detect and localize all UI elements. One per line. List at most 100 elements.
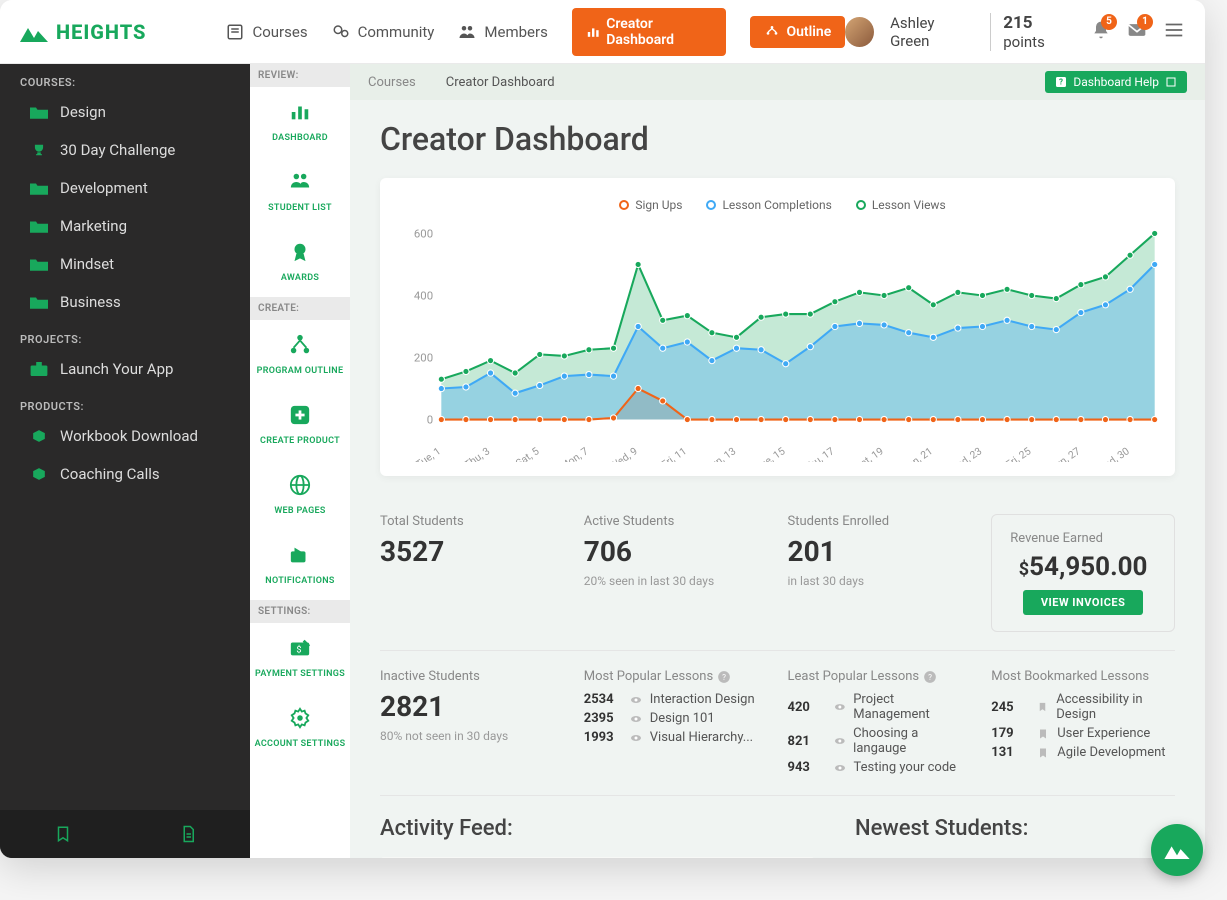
document-icon <box>179 825 197 843</box>
header-right: Ashley Green 215 points 5 1 <box>845 13 1185 51</box>
newest-heading: Newest Students: <box>855 816 1175 841</box>
svg-text:Wed, 30: Wed, 30 <box>1094 444 1132 462</box>
breadcrumb-bar: Courses Creator Dashboard ? Dashboard He… <box>350 64 1205 100</box>
breadcrumb-current: Creator Dashboard <box>446 75 555 90</box>
creator-dashboard-button[interactable]: Creator Dashboard <box>572 8 727 56</box>
stat-revenue: Revenue Earned $54,950.00 VIEW INVOICES <box>991 514 1175 632</box>
sidebar-project-0[interactable]: Launch Your App <box>0 350 250 388</box>
activity-heading: Activity Feed: <box>380 816 815 841</box>
fab-button[interactable] <box>1151 824 1203 876</box>
light-create-1[interactable]: CREATE PRODUCT <box>250 390 350 460</box>
sidebar-courses: COURSES: Design30 Day ChallengeDevelopme… <box>0 64 250 858</box>
newest-student[interactable]: Brad Parker May 11, 2019 <box>855 857 1175 858</box>
stats-row-2: Inactive Students 2821 80% not seen in 3… <box>380 651 1175 796</box>
lesson-row[interactable]: 2534 Interaction Design <box>584 690 768 709</box>
nav-courses[interactable]: Courses <box>226 23 307 41</box>
svg-text:Tue, 15: Tue, 15 <box>753 444 788 462</box>
lesson-row[interactable]: 943 Testing your code <box>788 758 972 777</box>
inbox-button[interactable]: 1 <box>1127 20 1147 44</box>
sidebar-course-5[interactable]: Business <box>0 283 250 321</box>
svg-text:600: 600 <box>414 227 433 241</box>
nav-main: Courses Community Members Creator Dashbo… <box>226 8 845 56</box>
newest-students-column: Newest Students: Brad Parker May 11, 201… <box>855 816 1175 858</box>
nav-community[interactable]: Community <box>332 23 435 41</box>
light-review-1[interactable]: STUDENT LIST <box>250 157 350 227</box>
sidebar-course-4[interactable]: Mindset <box>0 245 250 283</box>
lesson-row[interactable]: 1993 Visual Hierarchy... <box>584 728 768 747</box>
svg-text:200: 200 <box>414 351 433 365</box>
bookmark-icon <box>54 825 72 843</box>
revenue-value: $54,950.00 <box>1010 552 1156 582</box>
lesson-row[interactable]: 2395 Design 101 <box>584 709 768 728</box>
brand-name: HEIGHTS <box>56 20 146 44</box>
sidebar-product-1[interactable]: Coaching Calls <box>0 455 250 493</box>
chart-legend: Sign Ups Lesson Completions Lesson Views <box>400 198 1165 212</box>
stat-bookmarked: Most Bookmarked Lessons 245 Accessibilit… <box>991 669 1175 777</box>
svg-text:?: ? <box>928 671 932 681</box>
light-section-settings: SETTINGS: <box>250 600 350 623</box>
light-create-3[interactable]: NOTIFICATIONS <box>250 530 350 600</box>
sidebar-section-products: PRODUCTS: <box>0 388 250 417</box>
lesson-row[interactable]: 179 User Experience <box>991 724 1175 743</box>
light-settings-1[interactable]: ACCOUNT SETTINGS <box>250 693 350 763</box>
sidebar-course-3[interactable]: Marketing <box>0 207 250 245</box>
lesson-row[interactable]: 420 Project Management <box>788 690 972 724</box>
sidebar-section-courses: COURSES: <box>0 64 250 93</box>
nav-members[interactable]: Members <box>458 23 547 41</box>
svg-text:Mon, 21: Mon, 21 <box>897 444 935 462</box>
light-settings-0[interactable]: $PAYMENT SETTINGS <box>250 623 350 693</box>
stat-least: Least Popular Lessons? 420 Project Manag… <box>788 669 972 777</box>
menu-button[interactable] <box>1163 19 1185 45</box>
stat-total-students: Total Students 3527 <box>380 514 564 632</box>
question-icon[interactable]: ? <box>717 670 731 684</box>
stat-active-students: Active Students 706 20% seen in last 30 … <box>584 514 768 632</box>
chart: 0200400600Tue, 1Thu, 3Sat, 5Mon, 7Wed, 9… <box>400 222 1165 462</box>
svg-text:Thu, 17: Thu, 17 <box>802 444 837 462</box>
lesson-row[interactable]: 131 Agile Development <box>991 743 1175 762</box>
notifications-button[interactable]: 5 <box>1091 20 1111 44</box>
light-section-review: REVIEW: <box>250 64 350 87</box>
user-points: 215 points <box>990 13 1075 51</box>
document-footer-button[interactable] <box>125 810 250 858</box>
outline-button[interactable]: Outline <box>750 16 845 48</box>
hamburger-icon <box>1163 19 1185 41</box>
page-title: Creator Dashboard <box>350 100 1205 168</box>
svg-text:0: 0 <box>427 413 433 427</box>
view-invoices-button[interactable]: VIEW INVOICES <box>1023 590 1144 615</box>
mountains-icon <box>1164 841 1190 859</box>
light-create-0[interactable]: PROGRAM OUTLINE <box>250 320 350 390</box>
sidebar-course-1[interactable]: 30 Day Challenge <box>0 131 250 169</box>
sidebar-course-0[interactable]: Design <box>0 93 250 131</box>
sidebar-course-2[interactable]: Development <box>0 169 250 207</box>
light-create-2[interactable]: WEB PAGES <box>250 460 350 530</box>
svg-text:Wed, 23: Wed, 23 <box>947 444 985 462</box>
bell-badge: 5 <box>1101 14 1117 30</box>
inbox-badge: 1 <box>1137 14 1153 30</box>
breadcrumb-root[interactable]: Courses <box>368 75 416 90</box>
question-icon[interactable]: ? <box>923 670 937 684</box>
user-avatar[interactable] <box>845 17 874 47</box>
external-icon <box>1165 76 1177 88</box>
svg-text:$: $ <box>296 645 301 656</box>
bottom-columns: Activity Feed: Brad Parker received the … <box>380 816 1175 858</box>
svg-text:Tue, 1: Tue, 1 <box>413 444 443 462</box>
bookmark-footer-button[interactable] <box>0 810 125 858</box>
dashboard-help-button[interactable]: ? Dashboard Help <box>1045 71 1187 93</box>
svg-text:Thu, 3: Thu, 3 <box>462 444 493 462</box>
svg-text:Wed, 9: Wed, 9 <box>607 444 640 462</box>
svg-text:Fri, 11: Fri, 11 <box>659 444 689 462</box>
mountains-icon <box>20 22 48 42</box>
lesson-row[interactable]: 821 Choosing a langauge <box>788 724 972 758</box>
user-name[interactable]: Ashley Green <box>890 14 974 50</box>
lesson-row[interactable]: 245 Accessibility in Design <box>991 690 1175 724</box>
stats-row-1: Total Students 3527 Active Students 706 … <box>380 496 1175 651</box>
help-icon: ? <box>1055 76 1067 88</box>
light-review-0[interactable]: DASHBOARD <box>250 87 350 157</box>
feed-item[interactable]: Brad Parker received the badge - First L… <box>380 857 815 858</box>
stat-popular: Most Popular Lessons? 2534 Interaction D… <box>584 669 768 777</box>
light-review-2[interactable]: AWARDS <box>250 227 350 297</box>
stat-enrolled: Students Enrolled 201 in last 30 days <box>788 514 972 632</box>
sidebar-product-0[interactable]: Workbook Download <box>0 417 250 455</box>
logo[interactable]: HEIGHTS <box>20 20 146 44</box>
svg-text:400: 400 <box>414 289 433 303</box>
